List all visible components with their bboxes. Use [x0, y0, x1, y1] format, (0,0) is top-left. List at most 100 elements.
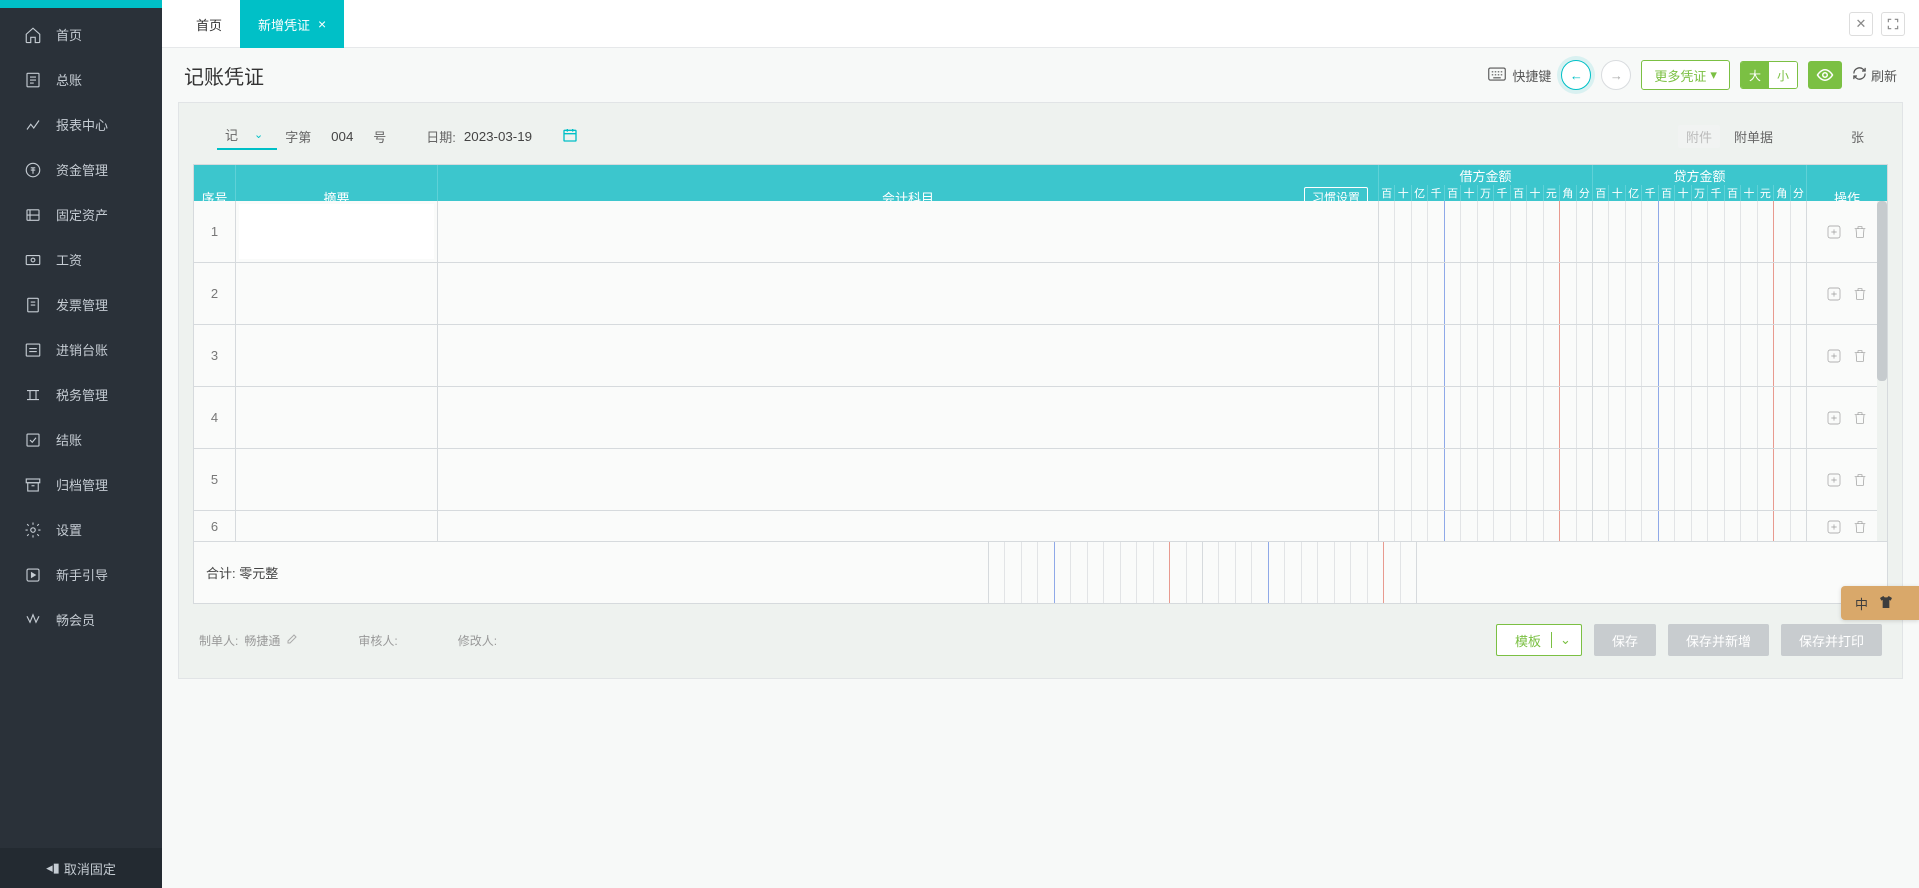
- sidebar-item-inout[interactable]: 进销台账: [0, 327, 162, 372]
- size-small-button[interactable]: 小: [1769, 62, 1797, 88]
- sidebar-item-label: 进销台账: [56, 340, 108, 359]
- debit-amount-cell[interactable]: [1379, 449, 1593, 510]
- refresh-button[interactable]: 刷新: [1852, 66, 1897, 85]
- sidebar-item-home[interactable]: 首页: [0, 12, 162, 57]
- subject-cell[interactable]: [438, 325, 1379, 386]
- next-voucher-button[interactable]: →: [1601, 60, 1631, 90]
- sidebar-footer-label: 取消固定: [64, 859, 116, 878]
- save-and-new-button[interactable]: 保存并新增: [1668, 624, 1769, 656]
- subject-cell[interactable]: [438, 449, 1379, 510]
- debit-amount-cell[interactable]: [1379, 325, 1593, 386]
- sidebar-item-label: 发票管理: [56, 295, 108, 314]
- tab-home[interactable]: 首页: [178, 0, 240, 48]
- template-button[interactable]: 模板 ⌄: [1496, 624, 1582, 656]
- shortcut-button[interactable]: 快捷键: [1488, 66, 1551, 85]
- summary-input[interactable]: [239, 514, 434, 539]
- delete-row-icon[interactable]: [1852, 286, 1868, 302]
- size-large-button[interactable]: 大: [1741, 62, 1769, 88]
- credit-amount-cell[interactable]: [1593, 449, 1807, 510]
- sidebar-item-closing[interactable]: 结账: [0, 417, 162, 462]
- add-row-icon[interactable]: [1826, 224, 1842, 240]
- delete-row-icon[interactable]: [1852, 472, 1868, 488]
- sidebar-item-reports[interactable]: 报表中心: [0, 102, 162, 147]
- scrollbar-thumb[interactable]: [1877, 201, 1887, 381]
- voucher-date-input[interactable]: [464, 129, 554, 145]
- credit-amount-cell[interactable]: [1593, 325, 1807, 386]
- subject-cell[interactable]: [438, 201, 1379, 262]
- table-row: 2: [194, 263, 1887, 325]
- more-voucher-button[interactable]: 更多凭证▾: [1641, 60, 1730, 90]
- ime-badge[interactable]: 中: [1841, 586, 1919, 620]
- debit-digits-header: 百十亿千百十万千百十元角分: [1379, 185, 1593, 201]
- close-icon[interactable]: ×: [318, 16, 326, 32]
- sidebar-item-archive[interactable]: 归档管理: [0, 462, 162, 507]
- credit-amount-cell[interactable]: [1593, 263, 1807, 324]
- sidebar-unpin[interactable]: ◂▮ 取消固定: [0, 848, 162, 888]
- shirt-icon: [1878, 594, 1894, 613]
- table-scrollbar[interactable]: [1877, 201, 1887, 541]
- delete-row-icon[interactable]: [1852, 348, 1868, 364]
- delete-row-icon[interactable]: [1852, 224, 1868, 240]
- debit-amount-cell[interactable]: [1379, 511, 1593, 541]
- save-and-print-button[interactable]: 保存并打印: [1781, 624, 1882, 656]
- fullscreen-button[interactable]: [1881, 12, 1905, 36]
- add-row-icon[interactable]: [1826, 410, 1842, 426]
- edit-maker-icon[interactable]: [286, 633, 298, 648]
- salary-icon: [24, 251, 42, 269]
- subject-cell[interactable]: [438, 387, 1379, 448]
- maker-label: 制单人:: [199, 632, 238, 649]
- summary-input[interactable]: [239, 452, 434, 507]
- preview-button[interactable]: [1808, 61, 1842, 89]
- add-row-icon[interactable]: [1826, 348, 1842, 364]
- sidebar-item-tax[interactable]: 税务管理: [0, 372, 162, 417]
- credit-amount-cell[interactable]: [1593, 201, 1807, 262]
- voucher-number-input[interactable]: [319, 129, 365, 145]
- table-row: 1: [194, 201, 1887, 263]
- sidebar-item-salary[interactable]: 工资: [0, 237, 162, 282]
- add-row-icon[interactable]: [1826, 286, 1842, 302]
- prev-voucher-button[interactable]: ←: [1561, 60, 1591, 90]
- page-title: 记账凭证: [184, 61, 264, 90]
- total-label: 合计:: [206, 563, 236, 582]
- asset-icon: [24, 206, 42, 224]
- tab-new-voucher[interactable]: 新增凭证 ×: [240, 0, 344, 48]
- debit-amount-cell[interactable]: [1379, 263, 1593, 324]
- summary-input[interactable]: [239, 328, 434, 383]
- summary-input[interactable]: [239, 390, 434, 445]
- sidebar-item-guide[interactable]: 新手引导: [0, 552, 162, 597]
- voucher-panel: 记 ⌄ 字第 号 日期: 附件 附单据 张: [178, 102, 1903, 679]
- table-head: 序号 摘要 会计科目 习惯设置 借方金额 百十亿千百十万千百十元角分: [194, 165, 1887, 201]
- debit-amount-cell[interactable]: [1379, 387, 1593, 448]
- add-row-icon[interactable]: [1826, 472, 1842, 488]
- voucher-table: 序号 摘要 会计科目 习惯设置 借方金额 百十亿千百十万千百十元角分: [193, 164, 1888, 604]
- debit-amount-cell[interactable]: [1379, 201, 1593, 262]
- add-row-icon[interactable]: [1826, 519, 1842, 535]
- save-button[interactable]: 保存: [1594, 624, 1656, 656]
- modifier-field: 修改人:: [458, 632, 497, 649]
- calendar-icon[interactable]: [562, 127, 578, 146]
- sidebar: 首页 总账 报表中心 资金管理 固定资产 工资 发票管理 进销台账 税务管理 结…: [0, 0, 162, 888]
- tax-icon: [24, 386, 42, 404]
- sidebar-item-settings[interactable]: 设置: [0, 507, 162, 552]
- summary-input[interactable]: [239, 204, 434, 259]
- sidebar-item-assets[interactable]: 固定资产: [0, 192, 162, 237]
- ledger-icon: [24, 71, 42, 89]
- tab-close-all-button[interactable]: ✕: [1849, 12, 1873, 36]
- sidebar-item-label: 总账: [56, 70, 82, 89]
- voucher-type-select[interactable]: 记 ⌄: [217, 123, 277, 150]
- sidebar-item-vip[interactable]: 畅会员: [0, 597, 162, 642]
- subject-cell[interactable]: [438, 263, 1379, 324]
- sidebar-item-funds[interactable]: 资金管理: [0, 147, 162, 192]
- subject-cell[interactable]: [438, 511, 1379, 541]
- delete-row-icon[interactable]: [1852, 519, 1868, 535]
- credit-amount-cell[interactable]: [1593, 511, 1807, 541]
- date-label: 日期:: [426, 127, 456, 146]
- sidebar-item-ledger[interactable]: 总账: [0, 57, 162, 102]
- sidebar-item-invoice[interactable]: 发票管理: [0, 282, 162, 327]
- delete-row-icon[interactable]: [1852, 410, 1868, 426]
- credit-amount-cell[interactable]: [1593, 387, 1807, 448]
- zi-di-label: 字第: [285, 127, 311, 146]
- money-icon: [24, 161, 42, 179]
- attachment-count-input[interactable]: [1787, 129, 1837, 144]
- summary-input[interactable]: [239, 266, 434, 321]
